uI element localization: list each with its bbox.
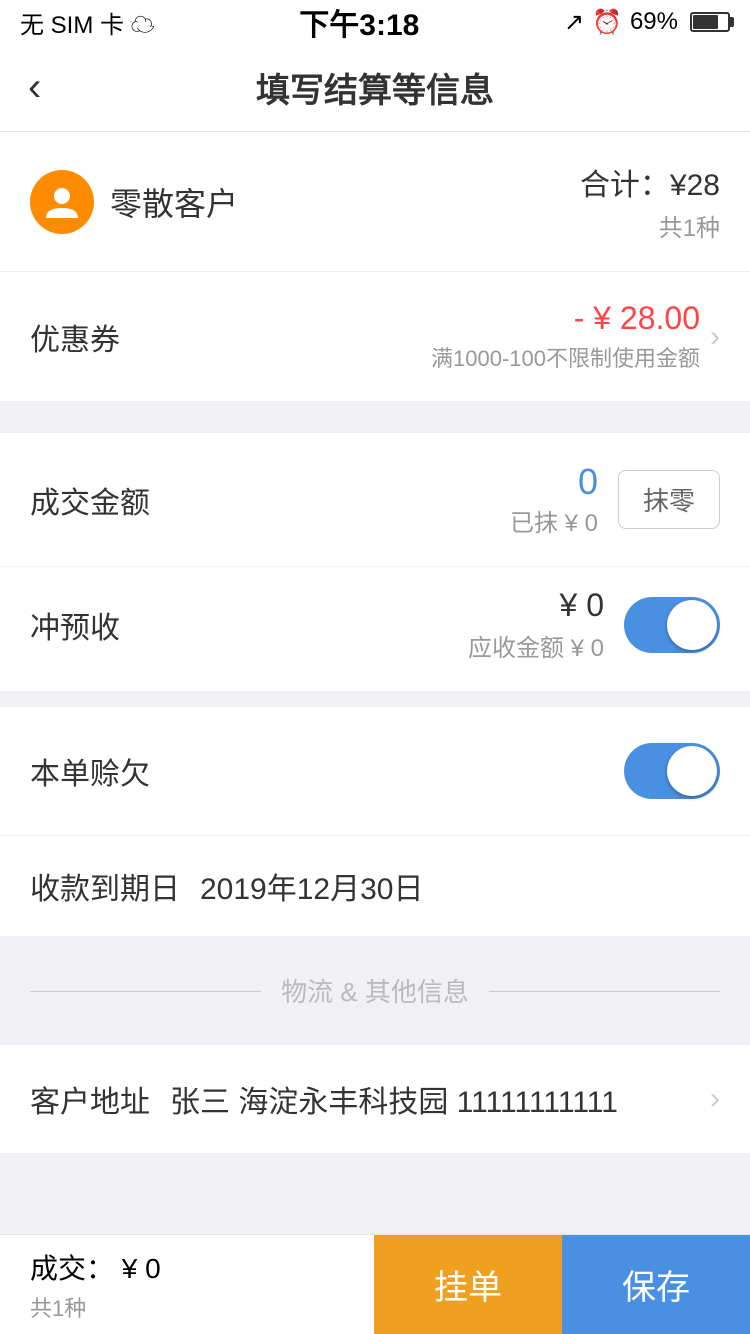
- status-right: ↗ ⏰ 69%: [564, 8, 730, 37]
- battery-icon: [690, 12, 730, 32]
- address-row[interactable]: 客户地址 张三 海淀永丰科技园 11111111111 ›: [0, 1045, 750, 1153]
- logistics-section: 物流 & 其他信息: [0, 952, 750, 1029]
- round-zero-button[interactable]: 抹零: [618, 470, 720, 529]
- user-icon: [42, 182, 82, 222]
- credit-toggle-knob: [667, 746, 717, 796]
- address-section: 客户地址 张三 海淀永丰科技园 11111111111 ›: [0, 1045, 750, 1153]
- status-left: 无 SIM 卡 ☁: [20, 5, 155, 40]
- due-date-value: 2019年12月30日: [200, 864, 423, 908]
- page-title: 填写结算等信息: [256, 63, 494, 112]
- bottom-deal-value: ¥ 0: [122, 1253, 161, 1284]
- prepay-amount: ¥ 0: [468, 587, 604, 624]
- divider-2: [0, 691, 750, 707]
- divider-4: [0, 1029, 750, 1045]
- prepay-right: ¥ 0 应收金额 ¥ 0: [468, 587, 720, 663]
- credit-section: 本单赊欠 收款到期日 2019年12月30日: [0, 707, 750, 936]
- battery-percent: 69%: [630, 8, 678, 36]
- customer-name: 零散客户: [110, 179, 238, 225]
- coupon-value-area: - ¥ 28.00 满1000-100不限制使用金额: [431, 300, 700, 373]
- credit-row: 本单赊欠: [0, 707, 750, 835]
- bottom-count: 共1种: [30, 1291, 344, 1323]
- content: 零散客户 合计：¥28 共1种 优惠券 - ¥ 28.00 满1000-100不…: [0, 132, 750, 1273]
- customer-section: 零散客户 合计：¥28 共1种 优惠券 - ¥ 28.00 满1000-100不…: [0, 132, 750, 401]
- bottom-deal: 成交： ¥ 0: [30, 1247, 344, 1287]
- address-label: 客户地址: [30, 1077, 150, 1121]
- customer-avatar: [30, 170, 94, 234]
- customer-count: 共1种: [580, 208, 720, 243]
- prepay-row: 冲预收 ¥ 0 应收金额 ¥ 0: [0, 566, 750, 691]
- transaction-value: 0: [510, 461, 598, 503]
- logistics-text: 物流 & 其他信息: [261, 972, 489, 1009]
- credit-label: 本单赊欠: [30, 749, 150, 793]
- status-bar: 无 SIM 卡 ☁ 下午3:18 ↗ ⏰ 69%: [0, 0, 750, 44]
- transaction-values: 0 已抹 ¥ 0: [510, 461, 598, 538]
- address-value: 张三 海淀永丰科技园 11111111111: [170, 1077, 710, 1121]
- transaction-label: 成交金额: [30, 478, 150, 522]
- prepay-label: 冲预收: [30, 603, 120, 647]
- coupon-right: - ¥ 28.00 满1000-100不限制使用金额 ›: [431, 300, 720, 373]
- customer-total: 合计：¥28: [580, 160, 720, 204]
- address-chevron-icon: ›: [710, 1082, 720, 1116]
- prepay-toggle[interactable]: [624, 597, 720, 653]
- location-icon: ↗: [564, 8, 584, 37]
- transaction-sub: 已抹 ¥ 0: [510, 503, 598, 538]
- coupon-desc: 满1000-100不限制使用金额: [431, 341, 700, 373]
- due-date-row: 收款到期日 2019年12月30日: [0, 835, 750, 936]
- customer-left: 零散客户: [30, 170, 238, 234]
- prepay-values: ¥ 0 应收金额 ¥ 0: [468, 587, 604, 663]
- divider-1: [0, 417, 750, 433]
- transaction-right: 0 已抹 ¥ 0 抹零: [510, 461, 720, 538]
- sim-status: 无 SIM 卡 ☁: [20, 5, 155, 40]
- nav-bar: ‹ 填写结算等信息: [0, 44, 750, 132]
- coupon-label: 优惠券: [30, 315, 120, 359]
- bottom-deal-label: 成交：: [30, 1253, 114, 1284]
- alarm-icon: ⏰: [592, 8, 622, 37]
- chevron-right-icon: ›: [710, 320, 720, 354]
- credit-toggle[interactable]: [624, 743, 720, 799]
- due-date-label: 收款到期日: [30, 864, 180, 908]
- status-time: 下午3:18: [299, 0, 419, 44]
- toggle-knob: [667, 600, 717, 650]
- customer-right: 合计：¥28 共1种: [580, 160, 720, 243]
- transaction-row: 成交金额 0 已抹 ¥ 0 抹零: [0, 433, 750, 566]
- transaction-section: 成交金额 0 已抹 ¥ 0 抹零 冲预收 ¥ 0 应收金额 ¥ 0: [0, 433, 750, 691]
- save-button[interactable]: 保存: [562, 1235, 750, 1334]
- divider-3: [0, 936, 750, 952]
- coupon-row[interactable]: 优惠券 - ¥ 28.00 满1000-100不限制使用金额 ›: [0, 271, 750, 401]
- back-button[interactable]: ‹: [28, 65, 41, 110]
- prepay-sub: 应收金额 ¥ 0: [468, 628, 604, 663]
- coupon-amount: - ¥ 28.00: [431, 300, 700, 337]
- bottom-info: 成交： ¥ 0 共1种: [0, 1247, 374, 1323]
- customer-row: 零散客户 合计：¥28 共1种: [0, 132, 750, 271]
- pending-button[interactable]: 挂单: [374, 1235, 562, 1334]
- bottom-bar: 成交： ¥ 0 共1种 挂单 保存: [0, 1234, 750, 1334]
